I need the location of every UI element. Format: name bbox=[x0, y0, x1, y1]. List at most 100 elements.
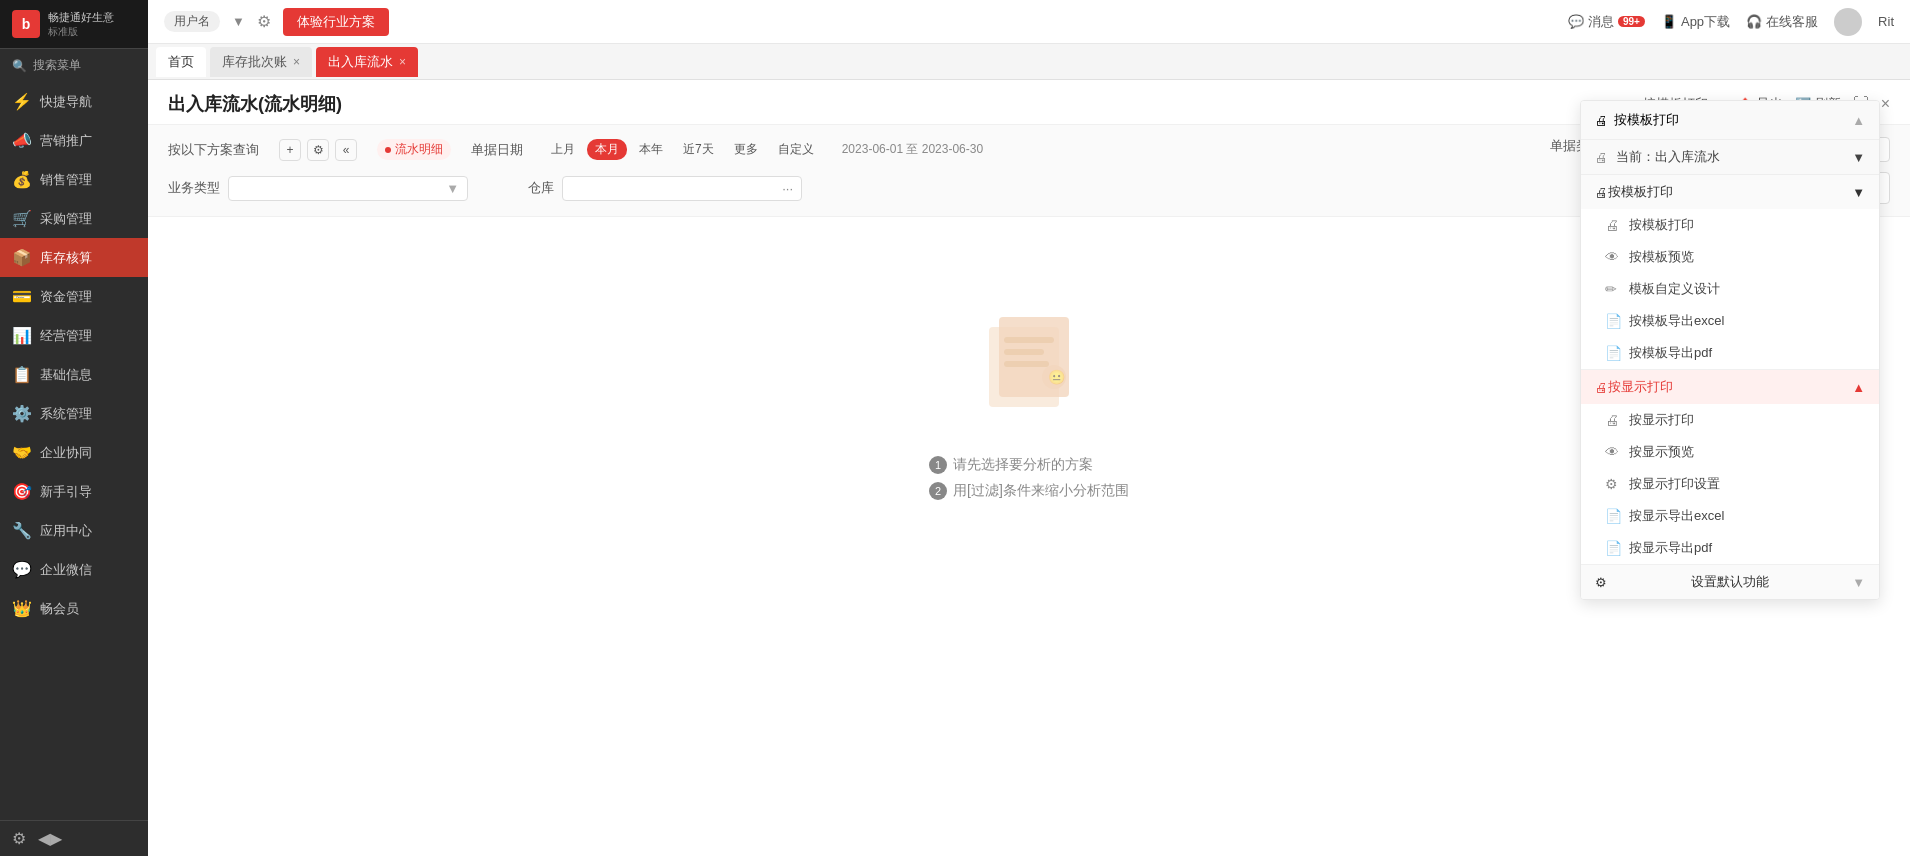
member-icon: 👑 bbox=[12, 599, 32, 618]
sidebar-item-wechat[interactable]: 💬 企业微信 bbox=[0, 550, 148, 589]
inventory-icon: 📦 bbox=[12, 248, 32, 267]
template-pdf-icon: 📄 bbox=[1605, 345, 1621, 361]
print-dropdown-panel: 🖨 按模板打印 ▲ 🖨 当前：出入库流水 ▼ 🖨 按模板打印 ▼ 🖨 按模板打印… bbox=[1580, 100, 1880, 600]
sidebar-item-quick-nav[interactable]: ⚡ 快捷导航 bbox=[0, 82, 148, 121]
display-print-icon: 🖨 bbox=[1595, 380, 1608, 395]
sidebar-item-inventory[interactable]: 📦 库存核算 bbox=[0, 238, 148, 277]
close-tab-inout-flow[interactable]: × bbox=[399, 55, 406, 69]
tab-bar: 首页库存批次账× 出入库流水 × bbox=[148, 44, 1910, 80]
template-excel-icon: 📄 bbox=[1605, 313, 1621, 329]
sidebar-items: ⚡ 快捷导航 📣 营销推广 💰 销售管理 🛒 采购管理 📦 库存核算 💳 资金管… bbox=[0, 82, 148, 820]
app-download-action[interactable]: 📱 App下载 bbox=[1661, 13, 1730, 31]
date-opt-本年[interactable]: 本年 bbox=[631, 139, 671, 160]
business-type-select[interactable]: ▼ bbox=[228, 176, 468, 201]
step-2-num: 2 bbox=[929, 482, 947, 500]
warehouse-label: 仓库 bbox=[528, 179, 554, 197]
app-center-icon: 🔧 bbox=[12, 521, 32, 540]
toggle-sidebar-icon[interactable]: ◀▶ bbox=[38, 829, 62, 848]
template-preview-btn[interactable]: 👁 按模板预览 bbox=[1581, 241, 1879, 273]
sidebar-item-app-center[interactable]: 🔧 应用中心 bbox=[0, 511, 148, 550]
filter-collapse-btn[interactable]: « bbox=[335, 139, 357, 161]
template-export-excel-btn[interactable]: 📄 按模板导出excel bbox=[1581, 305, 1879, 337]
display-preview-btn[interactable]: 👁 按显示预览 bbox=[1581, 436, 1879, 468]
sidebar-item-cooperation[interactable]: 🤝 企业协同 bbox=[0, 433, 148, 472]
sales-label: 销售管理 bbox=[40, 171, 92, 189]
panel-footer[interactable]: ⚙ 设置默认功能 ▼ bbox=[1581, 565, 1879, 599]
system-label: 系统管理 bbox=[40, 405, 92, 423]
template-print-btn[interactable]: 🖨 按模板打印 bbox=[1581, 209, 1879, 241]
panel-current-item[interactable]: 🖨 当前：出入库流水 ▼ bbox=[1581, 140, 1879, 175]
display-export-excel-btn[interactable]: 📄 按显示导出excel bbox=[1581, 500, 1879, 532]
filter-settings-btn[interactable]: ⚙ bbox=[307, 139, 329, 161]
sidebar-item-marketing[interactable]: 📣 营销推广 bbox=[0, 121, 148, 160]
business-type-field: 业务类型 ▼ bbox=[168, 176, 468, 201]
svg-rect-3 bbox=[1004, 349, 1044, 355]
sidebar-item-purchase[interactable]: 🛒 采购管理 bbox=[0, 199, 148, 238]
tab-label-home: 首页 bbox=[168, 53, 194, 71]
date-field-label: 单据日期 bbox=[471, 141, 523, 159]
warehouse-more[interactable]: ··· bbox=[782, 181, 793, 196]
empty-step-1: 1 请先选择要分析的方案 bbox=[929, 456, 1129, 474]
sidebar-item-finance[interactable]: 💳 资金管理 bbox=[0, 277, 148, 316]
sidebar-item-sales[interactable]: 💰 销售管理 bbox=[0, 160, 148, 199]
business-type-label: 业务类型 bbox=[168, 179, 220, 197]
date-opt-本月[interactable]: 本月 bbox=[587, 139, 627, 160]
display-excel-icon: 📄 bbox=[1605, 508, 1621, 524]
warehouse-select[interactable]: ··· bbox=[562, 176, 802, 201]
close-page-icon[interactable]: × bbox=[1881, 95, 1890, 113]
tab-batch-account[interactable]: 库存批次账× bbox=[210, 47, 312, 77]
date-opt-更多[interactable]: 更多 bbox=[726, 139, 766, 160]
tab-home[interactable]: 首页 bbox=[156, 47, 206, 77]
step-1-num: 1 bbox=[929, 456, 947, 474]
sidebar-item-member[interactable]: 👑 畅会员 bbox=[0, 589, 148, 628]
sidebar-item-basic-info[interactable]: 📋 基础信息 bbox=[0, 355, 148, 394]
date-opt-上月[interactable]: 上月 bbox=[543, 139, 583, 160]
template-custom-icon: ✏ bbox=[1605, 281, 1621, 297]
sidebar-item-operations[interactable]: 📊 经营管理 bbox=[0, 316, 148, 355]
tab-label-inout-flow: 出入库流水 bbox=[328, 53, 393, 71]
filter-label: 按以下方案查询 bbox=[168, 141, 259, 159]
tab-inout-flow[interactable]: 出入库流水 × bbox=[316, 47, 418, 77]
sidebar-bottom: ⚙ ◀▶ bbox=[0, 820, 148, 856]
display-export-pdf-btn[interactable]: 📄 按显示导出pdf bbox=[1581, 532, 1879, 564]
header-settings-icon[interactable]: ⚙ bbox=[257, 12, 271, 31]
warehouse-field: 仓库 ··· bbox=[528, 176, 802, 201]
empty-step-2: 2 用[过滤]条件来缩小分析范围 bbox=[929, 482, 1129, 500]
display-print-settings-btn[interactable]: ⚙ 按显示打印设置 bbox=[1581, 468, 1879, 500]
search-icon: 🔍 bbox=[12, 59, 27, 73]
template-print-item-icon: 🖨 bbox=[1605, 217, 1621, 233]
app-download-icon: 📱 bbox=[1661, 14, 1677, 29]
message-action[interactable]: 💬 消息 99+ bbox=[1568, 13, 1645, 31]
sidebar-item-guide[interactable]: 🎯 新手引导 bbox=[0, 472, 148, 511]
template-print-header[interactable]: 🖨 按模板打印 ▼ bbox=[1581, 175, 1879, 209]
trial-button[interactable]: 体验行业方案 bbox=[283, 8, 389, 36]
filter-add-btn[interactable]: + bbox=[279, 139, 301, 161]
settings-icon[interactable]: ⚙ bbox=[12, 829, 26, 848]
sidebar-search[interactable]: 🔍 搜索菜单 bbox=[0, 49, 148, 82]
template-export-pdf-btn[interactable]: 📄 按模板导出pdf bbox=[1581, 337, 1879, 369]
template-custom-btn[interactable]: ✏ 模板自定义设计 bbox=[1581, 273, 1879, 305]
date-opt-近7天[interactable]: 近7天 bbox=[675, 139, 722, 160]
panel-collapse-arrow[interactable]: ▲ bbox=[1852, 113, 1865, 128]
purchase-icon: 🛒 bbox=[12, 209, 32, 228]
display-preview-icon: 👁 bbox=[1605, 444, 1621, 460]
date-range: 2023-06-01 至 2023-06-30 bbox=[842, 141, 983, 158]
display-print-header[interactable]: 🖨 按显示打印 ▲ bbox=[1581, 370, 1879, 404]
empty-icon: 😐 bbox=[969, 297, 1089, 436]
close-tab-batch-account[interactable]: × bbox=[293, 55, 300, 69]
user-avatar[interactable] bbox=[1834, 8, 1862, 36]
system-icon: ⚙️ bbox=[12, 404, 32, 423]
date-options: 上月本月本年近7天更多自定义 bbox=[543, 139, 822, 160]
cooperation-label: 企业协同 bbox=[40, 444, 92, 462]
guide-label: 新手引导 bbox=[40, 483, 92, 501]
header-actions: 💬 消息 99+ 📱 App下载 🎧 在线客服 Rit bbox=[1568, 8, 1894, 36]
online-service-action[interactable]: 🎧 在线客服 bbox=[1746, 13, 1818, 31]
basic-info-icon: 📋 bbox=[12, 365, 32, 384]
empty-steps-list: 1 请先选择要分析的方案 2 用[过滤]条件来缩小分析范围 bbox=[929, 456, 1129, 508]
user-area[interactable]: 用户名 bbox=[164, 11, 220, 32]
date-opt-自定义[interactable]: 自定义 bbox=[770, 139, 822, 160]
sidebar-item-system[interactable]: ⚙️ 系统管理 bbox=[0, 394, 148, 433]
display-print-btn[interactable]: 🖨 按显示打印 bbox=[1581, 404, 1879, 436]
quick-nav-label: 快捷导航 bbox=[40, 93, 92, 111]
user-dropdown-arrow[interactable]: ▼ bbox=[232, 14, 245, 29]
